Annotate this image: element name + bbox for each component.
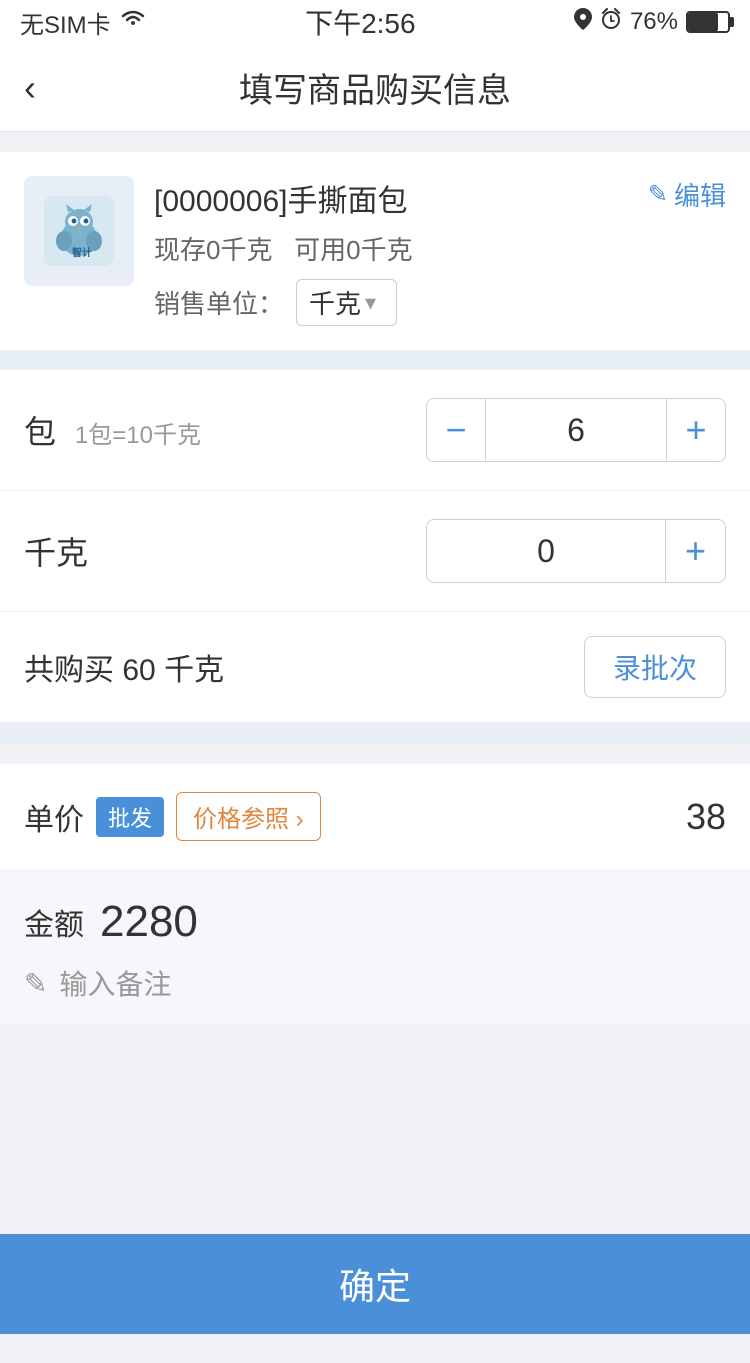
back-button[interactable]: ‹	[24, 67, 36, 109]
bao-input-controls: − +	[426, 398, 726, 462]
batch-button[interactable]: 录批次	[584, 636, 726, 698]
kg-input-controls: +	[426, 519, 726, 583]
total-row: 共购买 60 千克 录批次	[0, 612, 750, 723]
product-image: 智计	[24, 176, 134, 286]
bao-input-row: 包 1包=10千克 − +	[0, 370, 750, 491]
total-text: 共购买 60 千克	[24, 645, 224, 689]
section-divider-2	[0, 723, 750, 743]
price-value: 38	[686, 796, 726, 838]
kg-quantity-input[interactable]	[426, 519, 666, 583]
product-unit: 销售单位： 千克 ▾	[154, 279, 726, 326]
page-title: 填写商品购买信息	[239, 63, 511, 112]
section-divider-1	[0, 350, 750, 370]
product-info: [0000006]手撕面包 现存0千克 可用0千克 销售单位： 千克 ▾	[154, 176, 726, 326]
battery-icon	[686, 11, 730, 33]
amount-row: 金额 2280	[24, 897, 726, 947]
bao-sublabel: 1包=10千克	[75, 422, 201, 449]
bao-increment-button[interactable]: +	[666, 398, 726, 462]
kg-label: 千克	[24, 528, 426, 574]
pencil-icon: ✎	[24, 967, 47, 1000]
edit-button[interactable]: ✎ 编辑	[648, 176, 726, 213]
amount-value: 2280	[100, 897, 198, 947]
price-left: 单价 批发 价格参照 ›	[24, 792, 321, 841]
bao-label: 包 1包=10千克	[24, 407, 426, 453]
edit-icon: ✎	[648, 180, 668, 209]
battery-percent: 76%	[630, 8, 678, 36]
price-section: 单价 批发 价格参照 › 38	[0, 763, 750, 869]
kg-increment-button[interactable]: +	[666, 519, 726, 583]
bao-decrement-button[interactable]: −	[426, 398, 486, 462]
price-type-tag: 批发	[96, 797, 164, 837]
amount-section: 金额 2280 ✎ 输入备注	[0, 869, 750, 1023]
status-bar: 无SIM卡 下午2:56 76%	[0, 0, 750, 44]
product-logo: 智计	[44, 196, 114, 266]
status-time: 下午2:56	[305, 2, 416, 42]
price-label: 单价	[24, 795, 84, 839]
bao-quantity-input[interactable]	[486, 398, 666, 462]
product-card: 智计 [0000006]手撕面包 现存0千克 可用0千克 销售单位： 千克 ▾ …	[0, 152, 750, 350]
wifi-icon	[119, 8, 147, 36]
input-section: 包 1包=10千克 − + 千克 + 共购买 60 千克 录批次	[0, 370, 750, 723]
price-row: 单价 批发 价格参照 › 38	[24, 792, 726, 841]
status-left: 无SIM卡	[20, 5, 147, 40]
remark-row[interactable]: ✎ 输入备注	[24, 963, 726, 1003]
product-stock: 现存0千克 可用0千克	[154, 230, 726, 267]
unit-selector[interactable]: 千克 ▾	[296, 279, 397, 326]
alarm-icon	[600, 8, 622, 37]
svg-text:智计: 智计	[72, 246, 92, 259]
confirm-button[interactable]: 确定	[0, 1234, 750, 1334]
location-icon	[574, 8, 592, 37]
status-right: 76%	[574, 8, 730, 37]
kg-input-row: 千克 +	[0, 491, 750, 612]
product-name: [0000006]手撕面包	[154, 176, 726, 220]
remark-placeholder[interactable]: 输入备注	[59, 963, 171, 1003]
carrier-label: 无SIM卡	[20, 5, 111, 40]
chevron-down-icon: ▾	[365, 290, 376, 316]
amount-label: 金额	[24, 900, 84, 944]
price-reference-button[interactable]: 价格参照 ›	[176, 792, 321, 841]
header: ‹ 填写商品购买信息	[0, 44, 750, 132]
